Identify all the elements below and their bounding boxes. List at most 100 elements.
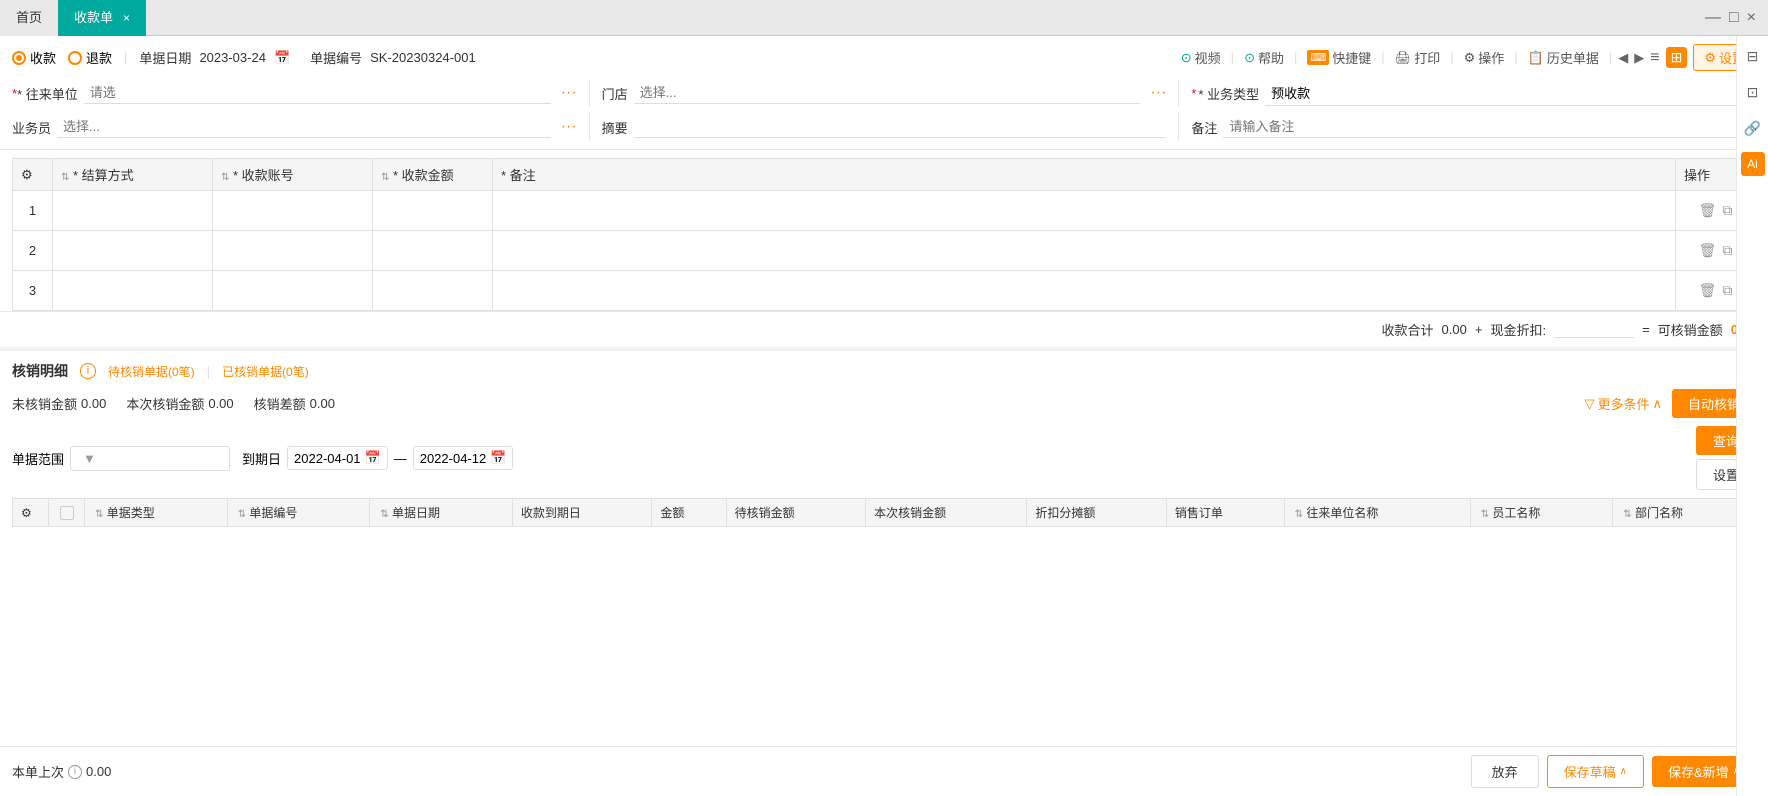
current-amount-label: 本次核销金额 bbox=[126, 394, 204, 413]
sort-dept-icon[interactable]: ⇅ bbox=[1623, 509, 1631, 520]
row3-remark[interactable] bbox=[493, 271, 1676, 311]
row1-account[interactable] bbox=[213, 191, 373, 231]
sort-amount-icon[interactable]: ⇅ bbox=[381, 172, 389, 183]
video-btn[interactable]: ⊙ 视频 bbox=[1177, 46, 1225, 69]
tab-close-icon[interactable]: × bbox=[123, 0, 130, 36]
date-from-cal-icon[interactable]: 📅 bbox=[365, 450, 381, 466]
grid-view-icon[interactable]: ⊞ bbox=[1666, 47, 1688, 68]
counterparty-more-icon[interactable]: ··· bbox=[561, 84, 577, 102]
minimize-icon[interactable]: — bbox=[1705, 9, 1721, 27]
pending-tab[interactable]: 待核销单据(0笔) bbox=[108, 363, 195, 380]
draft-arrow-icon: ∧ bbox=[1620, 766, 1627, 777]
row1-copy-icon[interactable]: ⧉ bbox=[1722, 202, 1732, 219]
discount-input[interactable] bbox=[1554, 322, 1634, 338]
counterparty-input[interactable] bbox=[84, 82, 551, 104]
radio-refund-label: 退款 bbox=[86, 48, 112, 67]
store-input[interactable] bbox=[634, 82, 1141, 104]
counterparty-label: * 往来单位 bbox=[17, 84, 78, 103]
row1-amount[interactable] bbox=[373, 191, 493, 231]
row1-delete-icon[interactable]: 🗑 bbox=[1699, 202, 1717, 219]
sort-doc-date-icon[interactable]: ⇅ bbox=[380, 509, 388, 520]
sort-doc-type-icon[interactable]: ⇅ bbox=[95, 509, 103, 520]
verify-info-icon[interactable]: i bbox=[80, 363, 96, 379]
range-select[interactable]: ▼ bbox=[70, 446, 230, 471]
discard-btn[interactable]: 放弃 bbox=[1471, 755, 1539, 788]
salesperson-input[interactable] bbox=[57, 116, 551, 138]
row3-delete-icon[interactable]: 🗑 bbox=[1699, 282, 1717, 299]
sort-settle-icon[interactable]: ⇅ bbox=[61, 172, 69, 183]
row2-delete-icon[interactable]: 🗑 bbox=[1699, 242, 1717, 259]
row3-copy-icon[interactable]: ⧉ bbox=[1722, 282, 1732, 299]
sidebar-ai-icon[interactable]: Ai bbox=[1741, 152, 1765, 176]
sort-employee-icon[interactable]: ⇅ bbox=[1481, 509, 1489, 520]
uncleared-amount-item: 未核销金额 0.00 bbox=[12, 394, 106, 413]
history-btn[interactable]: 📋 历史单据 bbox=[1524, 46, 1603, 69]
close-window-icon[interactable]: × bbox=[1747, 9, 1756, 27]
store-group: 门店 ··· bbox=[602, 82, 1167, 104]
settle-method-label: * 结算方式 bbox=[73, 168, 134, 183]
sidebar-link-icon[interactable]: 🔗 bbox=[1741, 116, 1765, 140]
row-num-2: 2 bbox=[13, 231, 53, 271]
date-to-cal-icon[interactable]: 📅 bbox=[490, 450, 506, 466]
field-sep2 bbox=[1178, 79, 1179, 107]
sort-account-icon[interactable]: ⇅ bbox=[221, 172, 229, 183]
sort-counterparty-icon[interactable]: ⇅ bbox=[1295, 509, 1303, 520]
nav-next-icon[interactable]: ▶ bbox=[1634, 50, 1644, 66]
tab-active[interactable]: 收款单 × bbox=[58, 0, 146, 36]
print-btn[interactable]: 🖨 打印 bbox=[1391, 46, 1445, 69]
col-dept: ⇅ 部门名称 bbox=[1613, 499, 1756, 527]
calendar-icon[interactable]: 📅 bbox=[274, 50, 290, 66]
select-all-checkbox[interactable] bbox=[60, 506, 74, 520]
help-btn[interactable]: ⊙ 帮助 bbox=[1240, 46, 1288, 69]
right-sidebar: ⊟ ⊡ 🔗 Ai bbox=[1736, 36, 1768, 796]
current-next-label: 本单上次 bbox=[12, 762, 64, 781]
tab-sep: | bbox=[207, 364, 210, 379]
row2-account[interactable] bbox=[213, 231, 373, 271]
more-conditions-btn[interactable]: ▽ 更多条件 ∧ bbox=[1584, 394, 1662, 413]
col-amount-header: ⇅ * 收款金额 bbox=[373, 159, 493, 191]
row3-amount[interactable] bbox=[373, 271, 493, 311]
maximize-icon[interactable]: □ bbox=[1729, 9, 1739, 27]
shortcut-label: 快捷键 bbox=[1332, 48, 1371, 67]
row2-copy-icon[interactable]: ⧉ bbox=[1722, 242, 1732, 259]
form-fields-row2: 业务员 ··· 摘要 备注 bbox=[12, 113, 1756, 141]
row1-settle[interactable] bbox=[53, 191, 213, 231]
sidebar-table-icon[interactable]: ⊟ bbox=[1741, 44, 1765, 68]
col-due-date: 收款到期日 bbox=[512, 499, 652, 527]
footer-info-icon[interactable]: i bbox=[68, 765, 82, 779]
help-label: 帮助 bbox=[1258, 48, 1284, 67]
tab-home[interactable]: 首页 bbox=[0, 0, 58, 36]
salesperson-more-icon[interactable]: ··· bbox=[561, 118, 577, 136]
row2-settle[interactable] bbox=[53, 231, 213, 271]
summary-input[interactable] bbox=[634, 116, 1167, 138]
radio-receive[interactable]: 收款 bbox=[12, 48, 56, 67]
col-settings-bottom[interactable]: ⚙ bbox=[13, 499, 49, 527]
store-more-icon[interactable]: ··· bbox=[1150, 84, 1166, 102]
date-to-field[interactable]: 2022-04-12 📅 bbox=[413, 446, 514, 470]
operate-label: 操作 bbox=[1478, 48, 1504, 67]
cleared-tab[interactable]: 已核销单据(0笔) bbox=[222, 363, 309, 380]
shortcut-btn[interactable]: ⌨ 快捷键 bbox=[1303, 46, 1375, 69]
remark-input[interactable] bbox=[1223, 116, 1756, 138]
col-checkbox[interactable] bbox=[49, 499, 85, 527]
diff-value: 0.00 bbox=[310, 396, 335, 411]
row3-settle[interactable] bbox=[53, 271, 213, 311]
row3-account[interactable] bbox=[213, 271, 373, 311]
list-view-icon[interactable]: ≡ bbox=[1650, 49, 1659, 67]
shortcut-icon: ⌨ bbox=[1307, 50, 1329, 65]
sort-doc-no-icon[interactable]: ⇅ bbox=[238, 509, 246, 520]
col-settings-header[interactable]: ⚙ bbox=[13, 159, 53, 191]
operate-btn[interactable]: ⚙ 操作 bbox=[1460, 46, 1509, 69]
nav-prev-icon[interactable]: ◀ bbox=[1618, 50, 1628, 66]
business-type-select[interactable]: 预收款 ▼ bbox=[1265, 80, 1756, 106]
row2-remark[interactable] bbox=[493, 231, 1676, 271]
row1-remark[interactable] bbox=[493, 191, 1676, 231]
draft-btn[interactable]: 保存草稿 ∧ bbox=[1547, 755, 1644, 788]
col-remark-header: * 备注 bbox=[493, 159, 1676, 191]
row2-amount[interactable] bbox=[373, 231, 493, 271]
col-employee: ⇅ 员工名称 bbox=[1470, 499, 1613, 527]
business-type-value: 预收款 bbox=[1271, 83, 1310, 102]
sidebar-grid-icon[interactable]: ⊡ bbox=[1741, 80, 1765, 104]
date-from-field[interactable]: 2022-04-01 📅 bbox=[287, 446, 388, 470]
radio-refund[interactable]: 退款 bbox=[68, 48, 112, 67]
